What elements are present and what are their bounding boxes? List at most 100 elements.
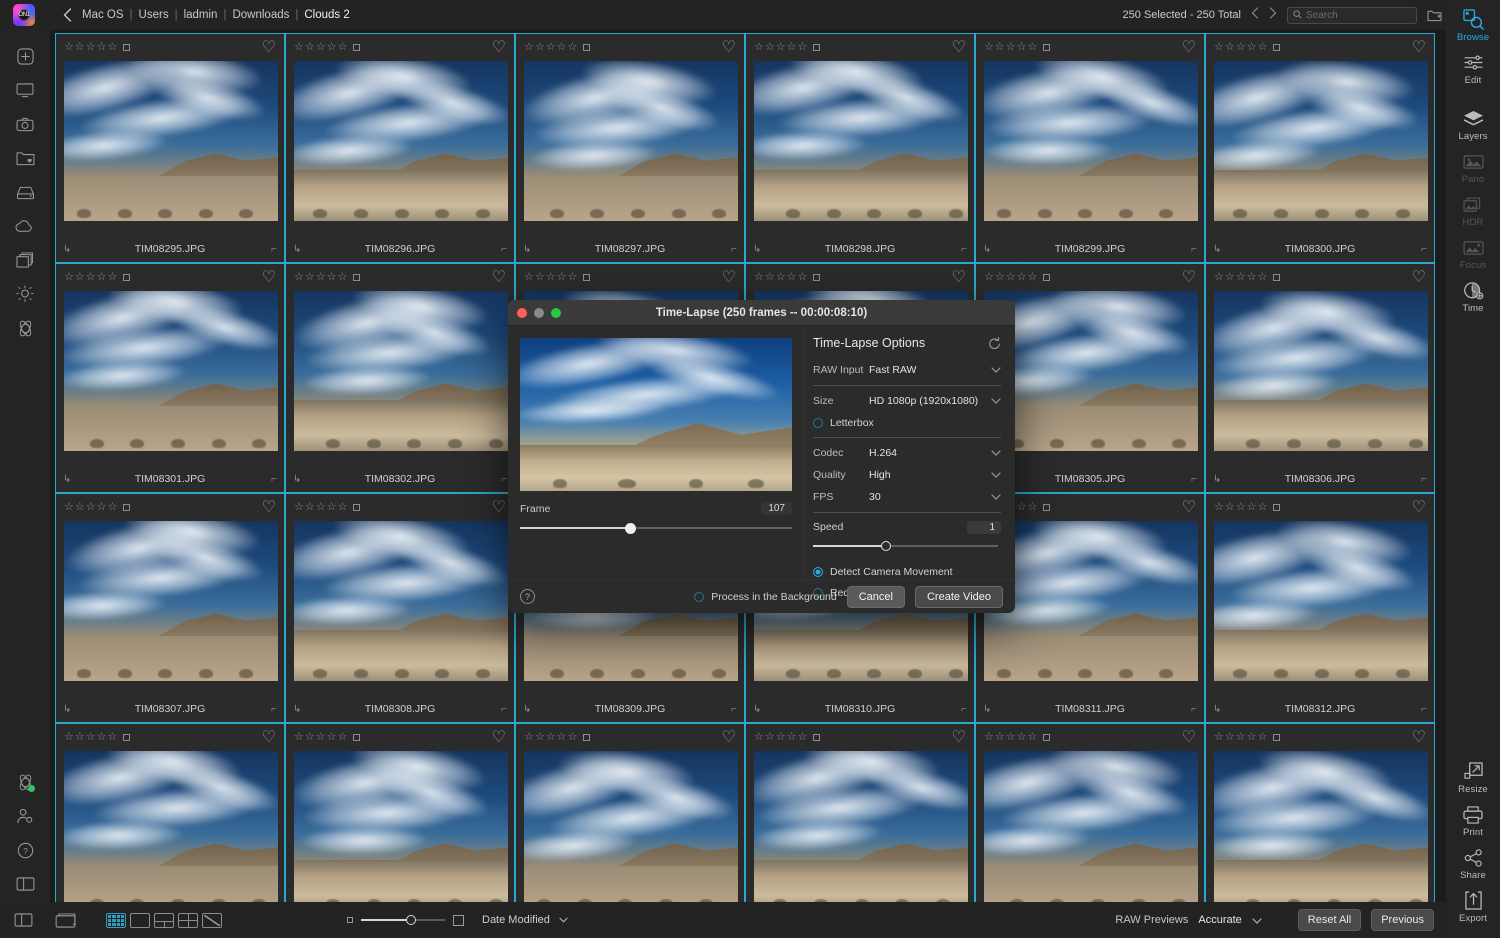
- tool-hdr[interactable]: HDR: [1446, 194, 1500, 228]
- star-rating[interactable]: ☆☆☆☆☆: [524, 42, 577, 53]
- close-window-button[interactable]: [517, 308, 527, 318]
- view-mode-map[interactable]: [202, 913, 222, 928]
- star-icon[interactable]: ☆: [327, 732, 337, 743]
- star-rating[interactable]: ☆☆☆☆☆: [524, 732, 577, 743]
- star-icon[interactable]: ☆: [1247, 732, 1257, 743]
- speed-value[interactable]: 1: [967, 521, 1001, 534]
- star-icon[interactable]: ☆: [1247, 42, 1257, 53]
- rotate-right-icon[interactable]: ⌐: [1421, 705, 1427, 715]
- new-folder-icon[interactable]: [1427, 9, 1442, 22]
- cloud-icon[interactable]: [8, 214, 42, 238]
- star-rating[interactable]: ☆☆☆☆☆: [294, 42, 347, 53]
- thumbnail-cell[interactable]: ☆☆☆☆☆♡↳TIM08296.JPG⌐: [285, 33, 515, 263]
- thumbnail-cell[interactable]: ☆☆☆☆☆♡↳TIM08318.JPG⌐: [1205, 723, 1435, 902]
- favorite-heart-icon[interactable]: ♡: [262, 727, 276, 747]
- next-image-button[interactable]: [1269, 6, 1277, 24]
- star-icon[interactable]: ☆: [787, 42, 797, 53]
- color-label-icon[interactable]: [353, 274, 360, 281]
- star-rating[interactable]: ☆☆☆☆☆: [1214, 272, 1267, 283]
- thumbnail-size-slider[interactable]: [361, 915, 445, 925]
- color-label-icon[interactable]: [123, 734, 130, 741]
- star-icon[interactable]: ☆: [557, 732, 567, 743]
- speed-slider[interactable]: [813, 540, 998, 552]
- view-mode-single[interactable]: [130, 913, 150, 928]
- color-label-icon[interactable]: [1043, 44, 1050, 51]
- thumbnail-cell[interactable]: ☆☆☆☆☆♡↳TIM08314.JPG⌐: [285, 723, 515, 902]
- cancel-button[interactable]: Cancel: [847, 586, 905, 608]
- star-icon[interactable]: ☆: [557, 42, 567, 53]
- star-icon[interactable]: ☆: [1236, 272, 1246, 283]
- star-icon[interactable]: ☆: [995, 272, 1005, 283]
- raw-input-field[interactable]: RAW Input Fast RAW: [813, 359, 1001, 381]
- rotate-right-icon[interactable]: ⌐: [1191, 705, 1197, 715]
- star-icon[interactable]: ☆: [984, 42, 994, 53]
- rotate-right-icon[interactable]: ⌐: [961, 245, 967, 255]
- create-video-button[interactable]: Create Video: [915, 586, 1003, 608]
- star-icon[interactable]: ☆: [338, 732, 348, 743]
- quality-field[interactable]: Quality High: [813, 464, 1001, 486]
- star-icon[interactable]: ☆: [535, 272, 545, 283]
- star-icon[interactable]: ☆: [1214, 42, 1224, 53]
- rotate-right-icon[interactable]: ⌐: [1421, 475, 1427, 485]
- favorite-heart-icon[interactable]: ♡: [1412, 37, 1426, 57]
- star-icon[interactable]: ☆: [305, 42, 315, 53]
- stack-icon[interactable]: [8, 248, 42, 272]
- star-icon[interactable]: ☆: [338, 272, 348, 283]
- color-label-icon[interactable]: [1273, 274, 1280, 281]
- star-icon[interactable]: ☆: [1236, 502, 1246, 513]
- tool-resize[interactable]: Resize: [1446, 761, 1500, 795]
- color-label-icon[interactable]: [583, 44, 590, 51]
- star-icon[interactable]: ☆: [1028, 272, 1038, 283]
- star-icon[interactable]: ☆: [776, 272, 786, 283]
- star-icon[interactable]: ☆: [294, 502, 304, 513]
- color-label-icon[interactable]: [813, 44, 820, 51]
- reset-arrow-icon[interactable]: [988, 337, 1001, 349]
- star-icon[interactable]: ☆: [787, 732, 797, 743]
- star-icon[interactable]: ☆: [524, 272, 534, 283]
- thumbnail-cell[interactable]: ☆☆☆☆☆♡↳TIM08315.JPG⌐: [515, 723, 745, 902]
- add-plus-icon[interactable]: [8, 44, 42, 68]
- star-rating[interactable]: ☆☆☆☆☆: [524, 272, 577, 283]
- star-icon[interactable]: ☆: [1258, 732, 1268, 743]
- process-in-background-radio[interactable]: [694, 592, 704, 602]
- star-icon[interactable]: ☆: [86, 42, 96, 53]
- star-icon[interactable]: ☆: [1214, 732, 1224, 743]
- tool-share[interactable]: Share: [1446, 847, 1500, 881]
- color-label-icon[interactable]: [583, 274, 590, 281]
- star-icon[interactable]: ☆: [1225, 272, 1235, 283]
- star-icon[interactable]: ☆: [97, 272, 107, 283]
- thumbnail-cell[interactable]: ☆☆☆☆☆♡↳TIM08316.JPG⌐: [745, 723, 975, 902]
- star-icon[interactable]: ☆: [97, 732, 107, 743]
- atom-icon[interactable]: [8, 316, 42, 340]
- rotate-right-icon[interactable]: ⌐: [1191, 475, 1197, 485]
- raw-previews-value[interactable]: Accurate: [1198, 914, 1241, 926]
- color-label-icon[interactable]: [353, 504, 360, 511]
- star-icon[interactable]: ☆: [1017, 42, 1027, 53]
- color-label-icon[interactable]: [1043, 274, 1050, 281]
- star-icon[interactable]: ☆: [765, 42, 775, 53]
- view-mode-compare-quad[interactable]: [178, 913, 198, 928]
- color-label-icon[interactable]: [1043, 734, 1050, 741]
- star-icon[interactable]: ☆: [984, 732, 994, 743]
- favorite-heart-icon[interactable]: ♡: [492, 37, 506, 57]
- breadcrumb-item-1[interactable]: Users: [139, 9, 169, 21]
- star-icon[interactable]: ☆: [798, 272, 808, 283]
- size-field[interactable]: Size HD 1080p (1920x1080): [813, 390, 1001, 412]
- star-icon[interactable]: ☆: [546, 42, 556, 53]
- time-lapse-dialog[interactable]: Time-Lapse (250 frames -- 00:00:08:10): [508, 300, 1015, 613]
- slider-knob[interactable]: [406, 915, 416, 925]
- toggle-left-panel-icon[interactable]: [8, 872, 42, 896]
- star-icon[interactable]: ☆: [108, 42, 118, 53]
- small-thumbnail-icon[interactable]: [347, 917, 353, 923]
- minimize-window-button[interactable]: [534, 308, 544, 318]
- color-label-icon[interactable]: [123, 44, 130, 51]
- color-label-icon[interactable]: [813, 274, 820, 281]
- reset-all-button[interactable]: Reset All: [1298, 909, 1361, 931]
- favorite-heart-icon[interactable]: ♡: [492, 267, 506, 287]
- star-rating[interactable]: ☆☆☆☆☆: [1214, 42, 1267, 53]
- star-icon[interactable]: ☆: [97, 42, 107, 53]
- color-label-icon[interactable]: [1273, 44, 1280, 51]
- thumbnail-cell[interactable]: ☆☆☆☆☆♡↳TIM08306.JPG⌐: [1205, 263, 1435, 493]
- star-icon[interactable]: ☆: [294, 272, 304, 283]
- help-circle-icon[interactable]: ?: [8, 838, 42, 862]
